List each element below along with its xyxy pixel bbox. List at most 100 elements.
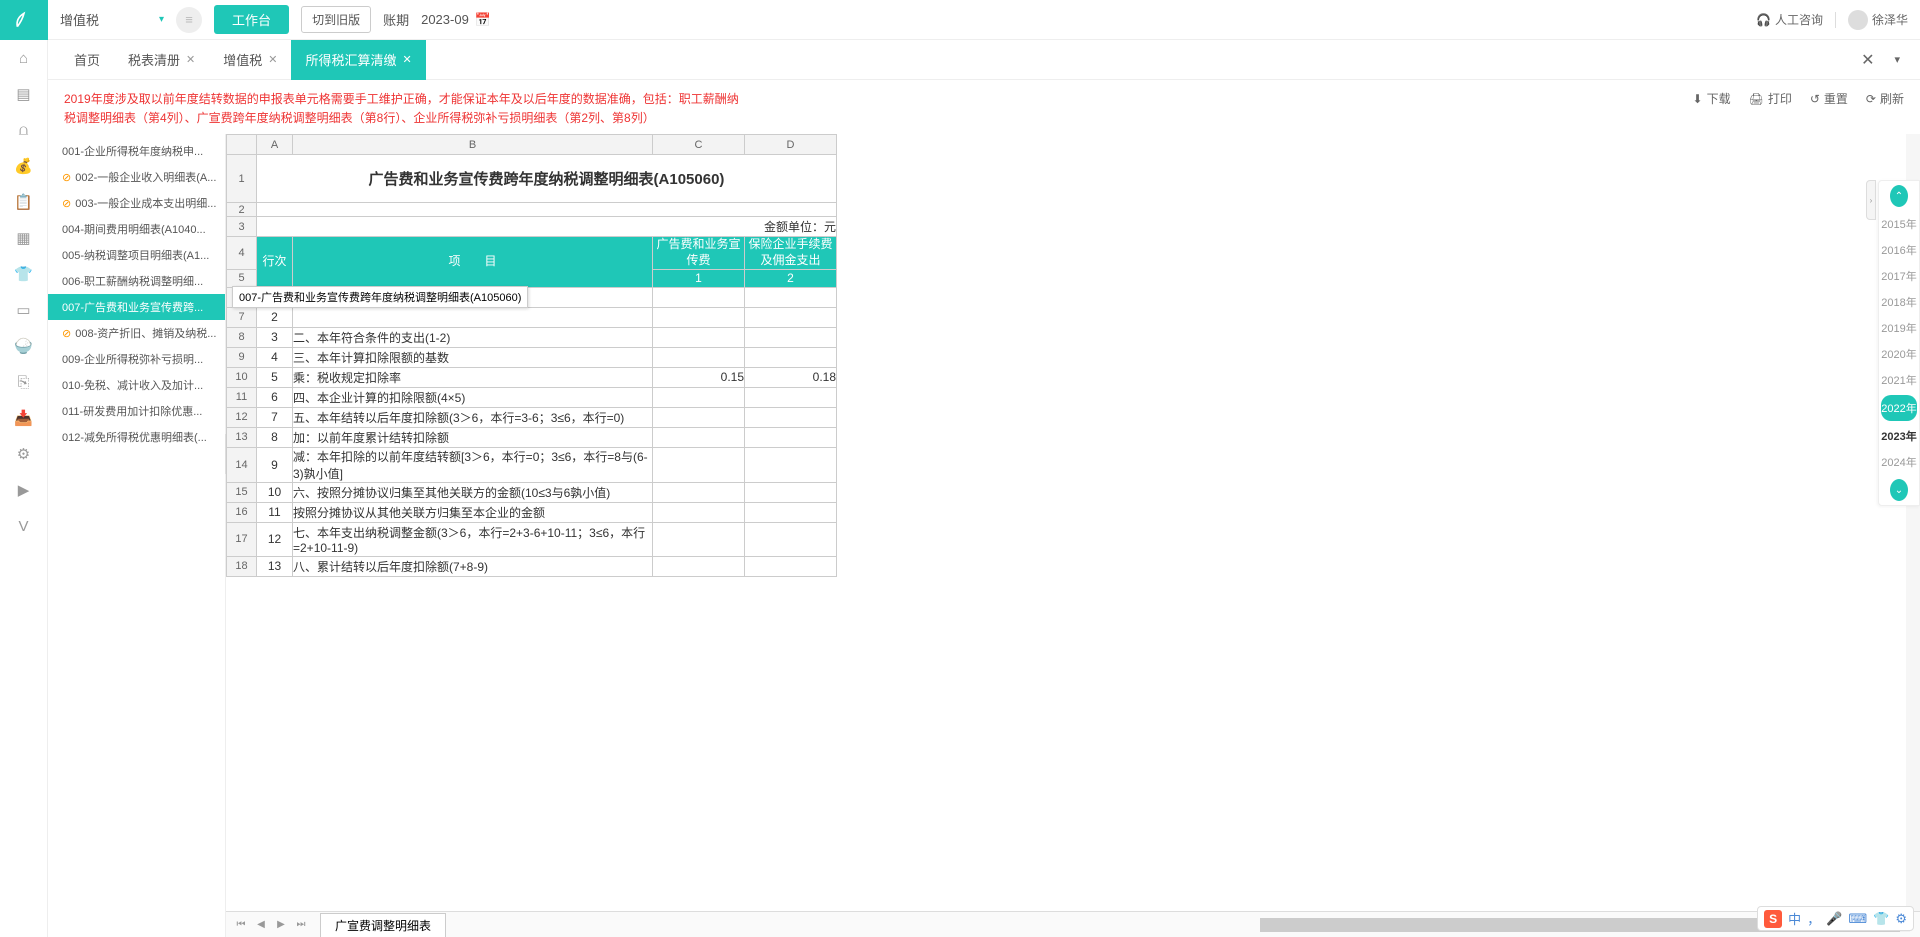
tab-1[interactable]: 税表清册✕ xyxy=(114,40,209,80)
doc-button[interactable]: ≡ xyxy=(176,7,202,33)
row-header[interactable]: 3 xyxy=(227,217,257,237)
tree-item-8[interactable]: 009-企业所得税弥补亏损明... xyxy=(48,346,225,372)
tree-item-9[interactable]: 010-免税、减计收入及加计... xyxy=(48,372,225,398)
cell-c[interactable] xyxy=(653,556,745,576)
ime-settings-icon[interactable]: ⚙ xyxy=(1895,911,1907,927)
cell-d[interactable] xyxy=(745,482,837,502)
close-all-tabs-icon[interactable]: ✕ xyxy=(1853,50,1882,70)
print-button[interactable]: 🖨打印 xyxy=(1749,90,1792,107)
year-2024年[interactable]: 2024年 xyxy=(1879,449,1919,475)
row-header[interactable]: 9 xyxy=(227,347,257,367)
workspace-button[interactable]: 工作台 xyxy=(214,5,289,34)
row-header[interactable]: 13 xyxy=(227,427,257,447)
tree-item-6[interactable]: 007-广告费和业务宣传费跨... xyxy=(48,294,225,320)
module-dropdown[interactable]: 增值税 ▾ xyxy=(60,10,164,29)
tree-item-11[interactable]: 012-减免所得税优惠明细表(... xyxy=(48,424,225,450)
tab-3[interactable]: 所得税汇算清缴✕ xyxy=(291,40,425,80)
ime-item[interactable]: ， xyxy=(1807,909,1820,928)
row-header[interactable]: 15 xyxy=(227,482,257,502)
row-header[interactable]: 10 xyxy=(227,367,257,387)
tab-2[interactable]: 增值税✕ xyxy=(209,40,291,80)
nav-bag-icon[interactable]: 💰 xyxy=(0,148,48,184)
year-2016年[interactable]: 2016年 xyxy=(1879,237,1919,263)
sheet-tab[interactable]: 广宣费调整明细表 xyxy=(320,913,446,937)
row-header[interactable]: 4 xyxy=(227,237,257,269)
refresh-button[interactable]: ⟳刷新 xyxy=(1866,90,1904,107)
nav-chart-icon[interactable]: ⩍ xyxy=(0,112,48,148)
tab-menu-icon[interactable]: ▾ xyxy=(1886,53,1908,66)
tree-item-0[interactable]: 001-企业所得税年度纳税申... xyxy=(48,138,225,164)
tree-item-3[interactable]: 004-期间费用明细表(A1040... xyxy=(48,216,225,242)
year-2018年[interactable]: 2018年 xyxy=(1879,289,1919,315)
col-header-B[interactable]: B xyxy=(293,135,653,155)
cell-d[interactable] xyxy=(745,287,837,307)
sheet-first-icon[interactable]: ⏮ xyxy=(232,916,250,934)
cell-d[interactable] xyxy=(745,327,837,347)
reset-button[interactable]: ↺重置 xyxy=(1810,90,1848,107)
row-header[interactable]: 11 xyxy=(227,387,257,407)
cell-c[interactable] xyxy=(653,327,745,347)
row-header[interactable]: 1 xyxy=(227,155,257,203)
row-header[interactable]: 2 xyxy=(227,203,257,217)
row-header[interactable]: 7 xyxy=(227,307,257,327)
cell-d[interactable] xyxy=(745,387,837,407)
tree-item-5[interactable]: 006-职工薪酬纳税调整明细... xyxy=(48,268,225,294)
row-header[interactable]: 14 xyxy=(227,447,257,482)
download-button[interactable]: ⬇下载 xyxy=(1693,90,1731,107)
tree-item-1[interactable]: ⊘002-一般企业收入明细表(A... xyxy=(48,164,225,190)
cell-d[interactable] xyxy=(745,502,837,522)
cell-c[interactable] xyxy=(653,522,745,556)
sheet-last-icon[interactable]: ⏭ xyxy=(292,916,310,934)
consult-link[interactable]: 🎧 人工咨询 xyxy=(1756,11,1823,28)
close-icon[interactable]: ✕ xyxy=(186,53,195,66)
nav-home-icon[interactable]: ⌂ xyxy=(0,40,48,76)
row-header[interactable]: 8 xyxy=(227,327,257,347)
tree-item-2[interactable]: ⊘003-一般企业成本支出明细... xyxy=(48,190,225,216)
cell-c[interactable] xyxy=(653,347,745,367)
cell-d[interactable] xyxy=(745,307,837,327)
tree-item-4[interactable]: 005-纳税调整项目明细表(A1... xyxy=(48,242,225,268)
cell-c[interactable]: 0.15 xyxy=(653,367,745,387)
cell-c[interactable] xyxy=(653,427,745,447)
cell-d[interactable] xyxy=(745,347,837,367)
year-2020年[interactable]: 2020年 xyxy=(1879,341,1919,367)
ime-skin-icon[interactable]: 👕 xyxy=(1873,911,1889,927)
year-2021年[interactable]: 2021年 xyxy=(1879,367,1919,393)
year-2017年[interactable]: 2017年 xyxy=(1879,263,1919,289)
close-icon[interactable]: ✕ xyxy=(268,53,277,66)
switch-old-button[interactable]: 切到旧版 xyxy=(301,6,371,33)
ime-keyboard-icon[interactable]: ⌨ xyxy=(1848,911,1867,927)
nav-gear-icon[interactable]: ⚙ xyxy=(0,436,48,472)
sheet-next-icon[interactable]: ▶ xyxy=(272,916,290,934)
cell-d[interactable] xyxy=(745,427,837,447)
year-2023年[interactable]: 2023年 xyxy=(1879,423,1919,449)
expand-year-handle[interactable]: › xyxy=(1866,180,1876,220)
period-picker[interactable]: 2023-09 📅 xyxy=(421,12,491,28)
cell-c[interactable] xyxy=(653,407,745,427)
cell-c[interactable] xyxy=(653,502,745,522)
nav-doc-icon[interactable]: ▤ xyxy=(0,76,48,112)
row-header[interactable]: 18 xyxy=(227,556,257,576)
ime-toolbar[interactable]: S 中 ， 🎤 ⌨ 👕 ⚙ xyxy=(1757,906,1914,931)
cell-c[interactable] xyxy=(653,307,745,327)
nav-inbox-icon[interactable]: 📥 xyxy=(0,400,48,436)
close-icon[interactable]: ✕ xyxy=(403,53,412,66)
cell-d[interactable] xyxy=(745,447,837,482)
col-header-C[interactable]: C xyxy=(653,135,745,155)
nav-export-icon[interactable]: ⎘ xyxy=(0,364,48,400)
row-header[interactable]: 12 xyxy=(227,407,257,427)
year-2015年[interactable]: 2015年 xyxy=(1879,211,1919,237)
cell-d[interactable] xyxy=(745,407,837,427)
year-2022年[interactable]: 2022年 xyxy=(1881,395,1917,421)
cell-c[interactable] xyxy=(653,482,745,502)
nav-calc-icon[interactable]: ▦ xyxy=(0,220,48,256)
nav-play-icon[interactable]: ▶ xyxy=(0,472,48,508)
tab-0[interactable]: 首页 xyxy=(60,40,114,80)
nav-card-icon[interactable]: ▭ xyxy=(0,292,48,328)
year-up-icon[interactable]: ⌃ xyxy=(1890,185,1908,207)
row-header[interactable]: 16 xyxy=(227,502,257,522)
nav-bowl-icon[interactable]: 🍚 xyxy=(0,328,48,364)
ime-item[interactable]: 中 xyxy=(1788,909,1801,928)
year-2019年[interactable]: 2019年 xyxy=(1879,315,1919,341)
cell-c[interactable] xyxy=(653,287,745,307)
